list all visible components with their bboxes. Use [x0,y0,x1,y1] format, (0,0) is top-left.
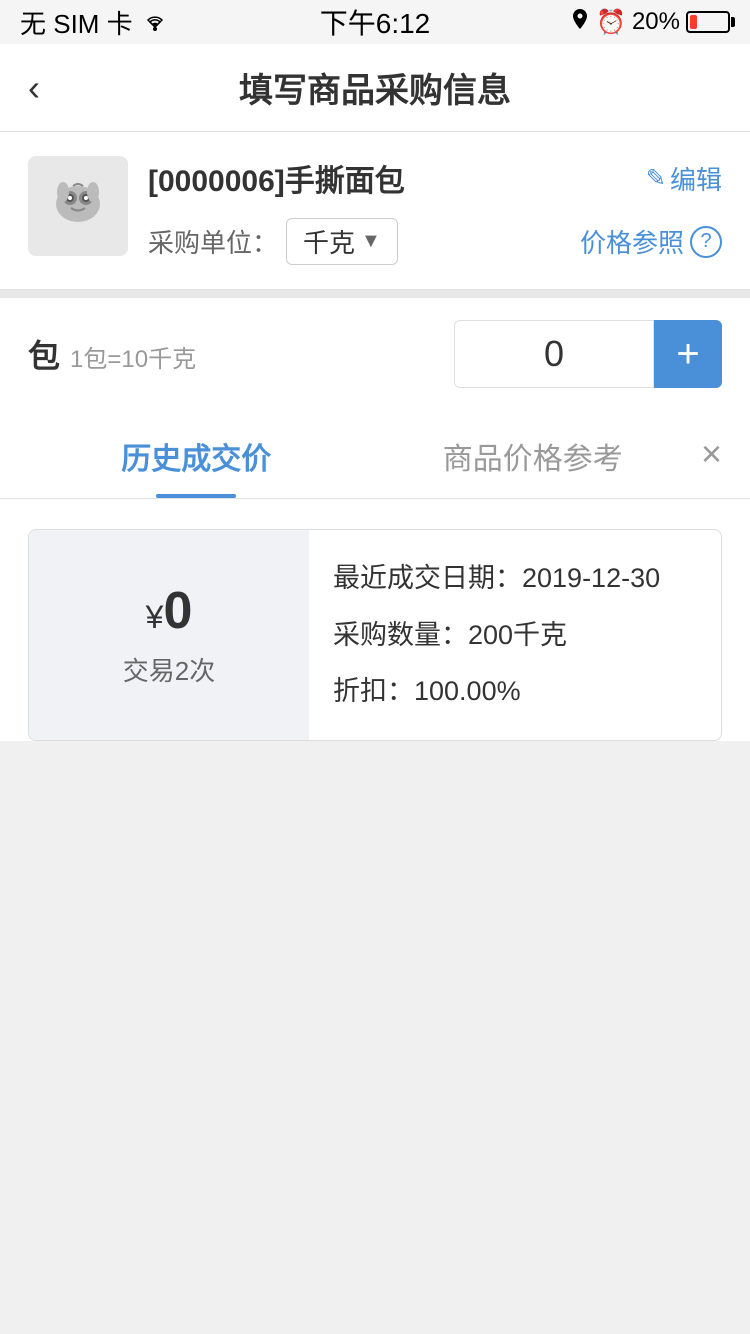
status-time: 下午6:12 [320,2,431,42]
quantity-controls: 0 + [454,320,722,388]
tab-history-label: 历史成交价 [121,443,271,476]
price-value: 0 [163,582,192,640]
product-unit-row: 采购单位： 千克 ▼ 价格参照 ? [148,218,722,265]
product-id: [0000006] [148,165,285,198]
quantity-label-text: 采购数量： [333,620,468,650]
nav-bar: ‹ 填写商品采购信息 [0,44,750,132]
product-image [28,156,128,256]
date-value: 2019-12-30 [522,563,660,593]
price-date-row: 最近成交日期：2019-12-30 [333,558,697,599]
page-title: 填写商品采购信息 [239,63,511,112]
wifi-icon [141,7,169,38]
carrier-text: 无 SIM 卡 [20,4,133,41]
price-currency: ¥ [146,599,164,635]
location-icon [570,7,590,38]
price-amount: ¥0 [146,581,193,641]
quantity-label: 包 1包=10千克 [28,331,196,377]
price-ref-label: 价格参照 [580,223,684,260]
product-card: [0000006]手撕面包 ✎ 编辑 采购单位： 千克 ▼ 价格参照 ? [0,132,750,290]
price-transactions: 交易2次 [123,651,215,688]
discount-value: 100.00% [414,676,521,706]
quantity-value: 0 [544,333,564,375]
edit-icon: ✎ [646,164,666,193]
quantity-section: 包 1包=10千克 0 + [0,290,750,410]
edit-label: 编辑 [670,160,722,197]
price-discount-row: 折扣：100.00% [333,671,697,712]
tabs: 历史成交价 商品价格参考 × [0,410,750,499]
dropdown-icon: ▼ [361,230,381,253]
unit-prefix: 采购单位： [148,223,278,260]
unit-select[interactable]: 千克 ▼ [286,218,398,265]
battery-icon [686,11,730,33]
quantity-detail-value: 200千克 [468,620,567,650]
price-ref-icon: ? [690,226,722,258]
battery-text: 20% [632,8,680,36]
tab-history-price[interactable]: 历史成交价 [28,410,364,498]
price-card: ¥0 交易2次 最近成交日期：2019-12-30 采购数量：200千克 折扣：… [28,529,722,741]
alarm-icon: ⏰ [596,8,626,37]
tab-price-ref[interactable]: 商品价格参考 [364,410,700,498]
quantity-input[interactable]: 0 [454,320,654,388]
status-right: ⏰ 20% [570,7,730,38]
date-label: 最近成交日期： [333,563,522,593]
quantity-plus-button[interactable]: + [654,320,722,388]
status-bar: 无 SIM 卡 下午6:12 ⏰ 20% [0,0,750,44]
battery-fill [690,15,697,29]
price-quantity-row: 采购数量：200千克 [333,615,697,656]
status-left: 无 SIM 卡 [20,4,169,41]
unit-label: 采购单位： 千克 ▼ [148,218,398,265]
quantity-unit: 包 [28,331,60,377]
back-button[interactable]: ‹ [28,67,40,109]
quantity-ratio: 1包=10千克 [70,339,196,374]
price-ref-button[interactable]: 价格参照 ? [580,223,722,260]
price-right: 最近成交日期：2019-12-30 采购数量：200千克 折扣：100.00% [309,530,721,740]
unit-value: 千克 [303,223,355,260]
bottom-panel: 历史成交价 商品价格参考 × ¥0 交易2次 最近成交日期：2019-12-30… [0,410,750,741]
discount-label: 折扣： [333,676,414,706]
price-left: ¥0 交易2次 [29,530,309,740]
product-name: [0000006]手撕面包 [148,156,405,200]
product-title: 手撕面包 [285,165,405,198]
tab-price-ref-label: 商品价格参考 [443,443,623,476]
edit-button[interactable]: ✎ 编辑 [646,160,722,197]
product-thumbnail [43,166,113,247]
product-header: [0000006]手撕面包 ✎ 编辑 [148,156,722,200]
close-button[interactable]: × [701,413,722,495]
product-info: [0000006]手撕面包 ✎ 编辑 采购单位： 千克 ▼ 价格参照 ? [148,156,722,265]
